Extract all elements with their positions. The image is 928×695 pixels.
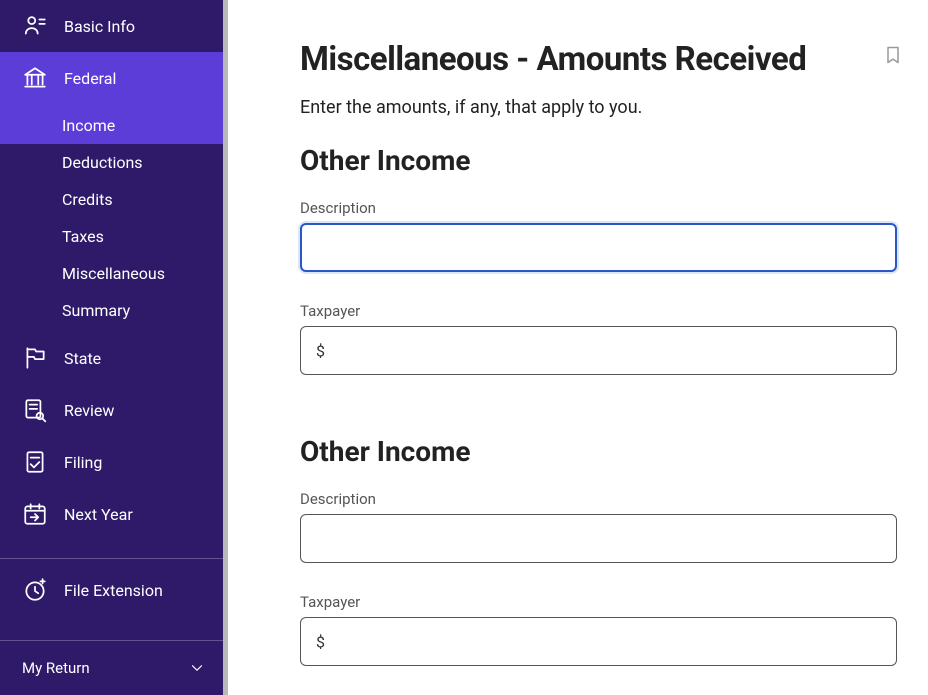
sidebar-item-label: Federal xyxy=(64,69,116,88)
sidebar-item-next-year[interactable]: Next Year xyxy=(0,488,228,540)
person-icon xyxy=(22,13,48,39)
sidebar-item-label: Summary xyxy=(62,301,130,320)
taxpayer-amount-input[interactable] xyxy=(300,326,897,375)
description-input[interactable] xyxy=(300,223,897,272)
sidebar-item-label: Taxes xyxy=(62,227,104,246)
sidebar-item-filing[interactable]: Filing xyxy=(0,436,228,488)
sidebar-item-federal[interactable]: Federal xyxy=(0,52,228,104)
subnav-item-credits[interactable]: Credits xyxy=(0,181,228,218)
sidebar-item-review[interactable]: Review xyxy=(0,384,228,436)
sidebar-item-label: Review xyxy=(64,401,114,420)
clock-add-icon xyxy=(22,577,48,603)
subnav-item-summary[interactable]: Summary xyxy=(0,292,228,332)
filing-icon xyxy=(22,449,48,475)
sidebar: Basic Info Federal Income xyxy=(0,0,228,695)
sidebar-item-label: Filing xyxy=(64,453,102,472)
subnav-item-deductions[interactable]: Deductions xyxy=(0,144,228,181)
field-label: Description xyxy=(300,199,908,217)
main-content: Miscellaneous - Amounts Received Enter t… xyxy=(228,0,928,695)
subnav-item-miscellaneous[interactable]: Miscellaneous xyxy=(0,255,228,292)
sidebar-item-label: File Extension xyxy=(64,581,163,600)
page-subtitle: Enter the amounts, if any, that apply to… xyxy=(300,97,908,118)
form-group-description-1: Description xyxy=(300,490,908,563)
page-title: Miscellaneous - Amounts Received xyxy=(300,40,908,79)
field-label: Description xyxy=(300,490,908,508)
flag-icon xyxy=(22,345,48,371)
description-input[interactable] xyxy=(300,514,897,563)
field-label: Taxpayer xyxy=(300,302,908,320)
sidebar-item-label: Income xyxy=(62,116,115,135)
section-heading: Other Income xyxy=(300,144,908,177)
subnav-item-income[interactable]: Income xyxy=(0,104,228,144)
chevron-down-icon xyxy=(188,659,206,677)
calendar-forward-icon xyxy=(22,501,48,527)
federal-subnav: Income Deductions Credits Taxes Miscella… xyxy=(0,104,228,332)
sidebar-item-state[interactable]: State xyxy=(0,332,228,384)
subnav-item-taxes[interactable]: Taxes xyxy=(0,218,228,255)
sidebar-item-label: State xyxy=(64,349,101,368)
field-label: Taxpayer xyxy=(300,593,908,611)
taxpayer-amount-input[interactable] xyxy=(300,617,897,666)
form-group-taxpayer-1: Taxpayer $ xyxy=(300,593,908,666)
my-return-toggle[interactable]: My Return xyxy=(0,640,228,695)
my-return-label: My Return xyxy=(22,659,90,677)
bookmark-icon[interactable] xyxy=(883,45,903,65)
sidebar-item-label: Deductions xyxy=(62,153,143,172)
sidebar-item-label: Basic Info xyxy=(64,17,135,36)
government-building-icon xyxy=(22,65,48,91)
sidebar-item-label: Miscellaneous xyxy=(62,264,165,283)
sidebar-item-file-extension[interactable]: File Extension xyxy=(0,559,228,621)
sidebar-item-label: Credits xyxy=(62,190,113,209)
form-group-taxpayer-0: Taxpayer $ xyxy=(300,302,908,375)
sidebar-item-basic-info[interactable]: Basic Info xyxy=(0,0,228,52)
review-icon xyxy=(22,397,48,423)
form-group-description-0: Description xyxy=(300,199,908,272)
section-heading: Other Income xyxy=(300,435,908,468)
sidebar-item-label: Next Year xyxy=(64,505,133,524)
